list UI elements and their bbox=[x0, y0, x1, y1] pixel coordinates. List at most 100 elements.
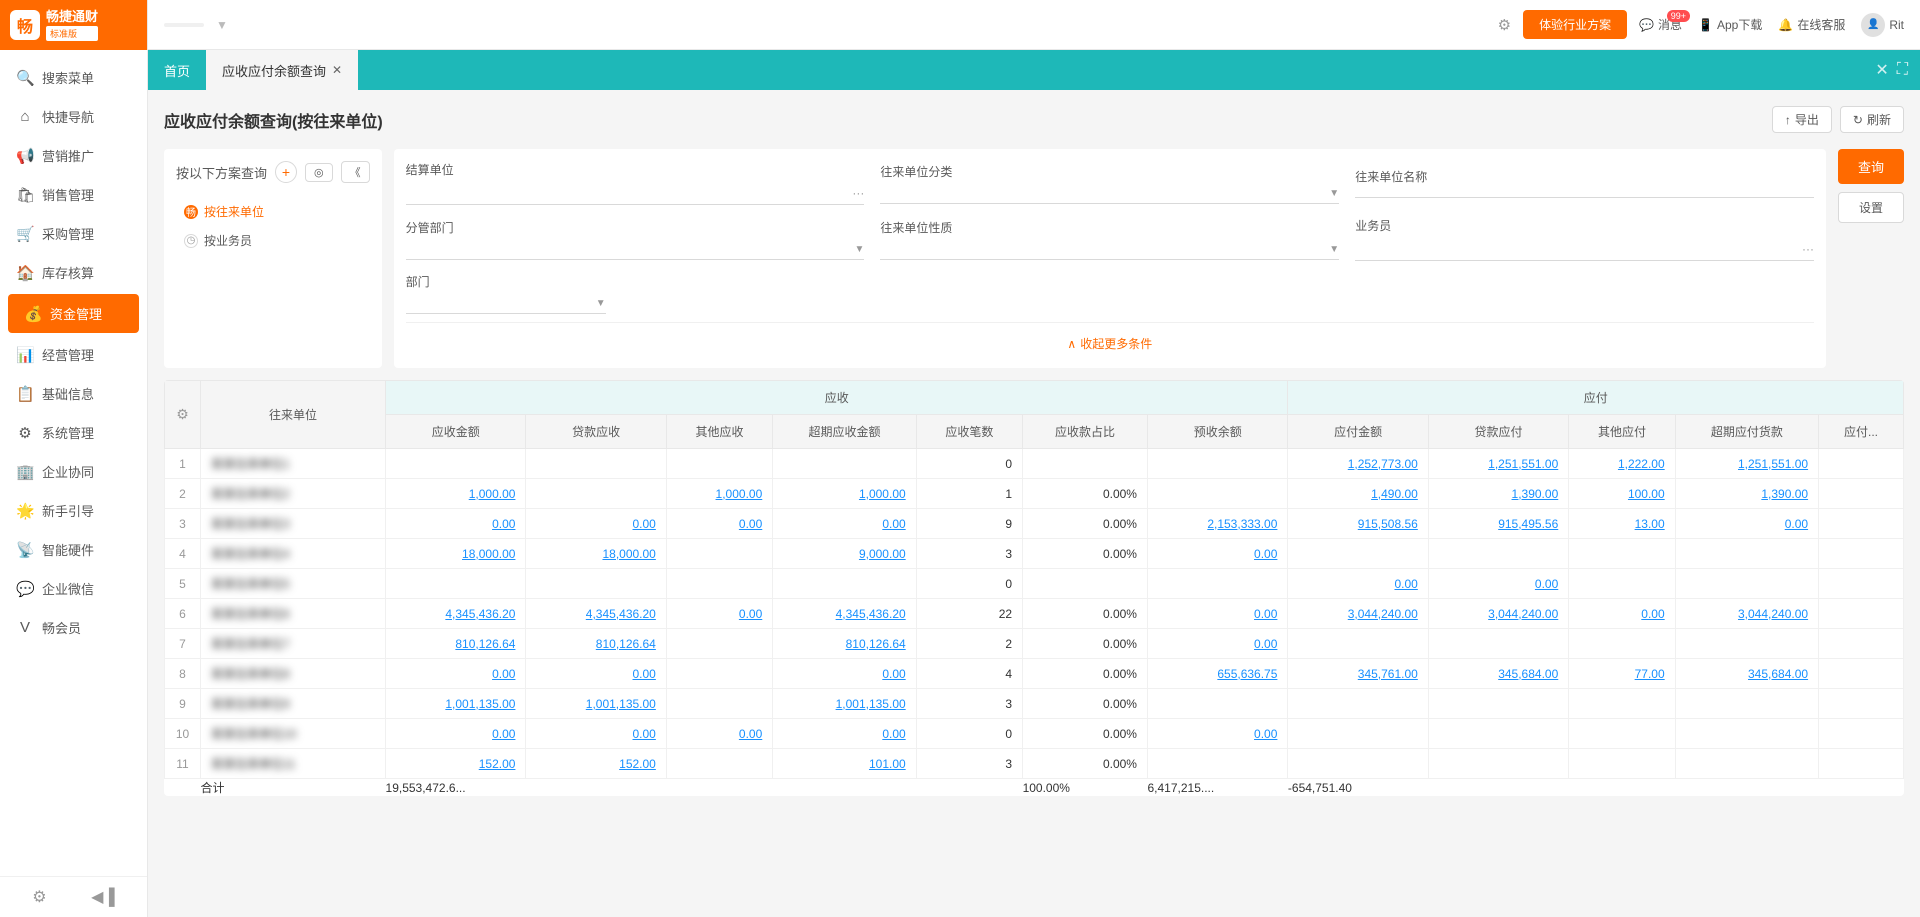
gear-icon[interactable]: ⚙ bbox=[1498, 16, 1511, 34]
sidebar-item-hardware[interactable]: 📡 智能硬件 bbox=[0, 530, 147, 569]
table-cell-link[interactable]: 77.00 bbox=[1635, 667, 1665, 681]
table-cell-link[interactable]: 1,390.00 bbox=[1512, 487, 1559, 501]
settlement-unit-input[interactable]: ··· bbox=[406, 182, 865, 205]
table-cell-link[interactable]: 655,636.75 bbox=[1217, 667, 1277, 681]
sidebar-item-marketing[interactable]: 📢 营销推广 bbox=[0, 136, 147, 175]
department-select[interactable]: ▼ bbox=[406, 294, 606, 314]
export-button[interactable]: ↑ 导出 bbox=[1772, 106, 1832, 133]
table-cell-link[interactable]: 3,044,240.00 bbox=[1488, 607, 1558, 621]
filter-collapse-btn[interactable]: 《 bbox=[341, 161, 370, 183]
sidebar-item-sales[interactable]: 🛍 销售管理 bbox=[0, 175, 147, 214]
table-cell-link[interactable]: 0.00 bbox=[882, 517, 905, 531]
table-cell-link[interactable]: 100.00 bbox=[1628, 487, 1665, 501]
table-settings-icon[interactable]: ⚙ bbox=[176, 406, 189, 422]
partner-category-select[interactable]: ▼ bbox=[880, 184, 1339, 204]
table-cell-link[interactable]: 345,684.00 bbox=[1748, 667, 1808, 681]
table-cell-link[interactable]: 1,252,773.00 bbox=[1348, 457, 1418, 471]
collapse-button[interactable]: ∧ 收起更多条件 bbox=[1063, 331, 1156, 356]
table-cell-link[interactable]: 0.00 bbox=[1254, 547, 1277, 561]
table-cell-link[interactable]: 1,001,135.00 bbox=[445, 697, 515, 711]
table-cell-link[interactable]: 152.00 bbox=[479, 757, 516, 771]
settlement-unit-ellipsis[interactable]: ··· bbox=[852, 186, 864, 200]
scheme-by-salesman[interactable]: ◷ 按业务员 bbox=[176, 228, 370, 253]
table-cell-link[interactable]: 810,126.64 bbox=[846, 637, 906, 651]
scheme-by-partner[interactable]: 畅 按往来单位 bbox=[176, 199, 370, 224]
table-cell-link[interactable]: 101.00 bbox=[869, 757, 906, 771]
sidebar-item-wechat[interactable]: 💬 企业微信 bbox=[0, 569, 147, 608]
salesman-input[interactable]: ··· bbox=[1355, 238, 1814, 261]
table-cell-link[interactable]: 2,153,333.00 bbox=[1207, 517, 1277, 531]
tab-close-icon[interactable]: ✕ bbox=[332, 63, 342, 77]
table-cell-link[interactable]: 0.00 bbox=[492, 727, 515, 741]
table-cell-link[interactable]: 0.00 bbox=[1254, 727, 1277, 741]
sidebar-item-vip[interactable]: V 畅会员 bbox=[0, 608, 147, 647]
tab-expand-btn[interactable]: ⛶ bbox=[1897, 61, 1908, 79]
table-cell-link[interactable]: 1,390.00 bbox=[1761, 487, 1808, 501]
filter-add-button[interactable]: + bbox=[275, 161, 297, 183]
app-download-btn[interactable]: 📱 App下载 bbox=[1698, 16, 1762, 33]
table-cell-link[interactable]: 0.00 bbox=[1254, 607, 1277, 621]
table-cell-link[interactable]: 1,000.00 bbox=[469, 487, 516, 501]
table-cell-link[interactable]: 1,001,135.00 bbox=[586, 697, 656, 711]
query-button[interactable]: 查询 bbox=[1838, 149, 1904, 184]
table-cell-link[interactable]: 1,222.00 bbox=[1618, 457, 1665, 471]
table-cell-link[interactable]: 1,490.00 bbox=[1371, 487, 1418, 501]
table-cell-link[interactable]: 1,001,135.00 bbox=[836, 697, 906, 711]
table-cell-link[interactable]: 4,345,436.20 bbox=[586, 607, 656, 621]
table-cell-link[interactable]: 0.00 bbox=[739, 517, 762, 531]
sidebar-item-search[interactable]: 🔍 搜索菜单 bbox=[0, 58, 147, 97]
sidebar-item-finance[interactable]: 💰 资金管理 bbox=[8, 294, 139, 333]
table-cell-link[interactable]: 18,000.00 bbox=[602, 547, 655, 561]
sidebar-settings-btn[interactable]: ⚙ bbox=[32, 887, 46, 907]
table-cell-link[interactable]: 18,000.00 bbox=[462, 547, 515, 561]
table-cell-link[interactable]: 4,345,436.20 bbox=[445, 607, 515, 621]
tab-close-btn[interactable]: ✕ bbox=[1875, 60, 1888, 80]
table-cell-link[interactable]: 0.00 bbox=[739, 727, 762, 741]
table-cell-link[interactable]: 9,000.00 bbox=[859, 547, 906, 561]
online-service-btn[interactable]: 🔔 在线客服 bbox=[1778, 16, 1845, 33]
table-cell-link[interactable]: 0.00 bbox=[633, 517, 656, 531]
table-cell-link[interactable]: 915,508.56 bbox=[1358, 517, 1418, 531]
table-cell-link[interactable]: 0.00 bbox=[492, 667, 515, 681]
table-cell-link[interactable]: 4,345,436.20 bbox=[836, 607, 906, 621]
table-cell-link[interactable]: 345,761.00 bbox=[1358, 667, 1418, 681]
sidebar-item-system[interactable]: ⚙ 系统管理 bbox=[0, 413, 147, 452]
promo-button[interactable]: 体验行业方案 bbox=[1523, 10, 1627, 39]
refresh-button[interactable]: ↻ 刷新 bbox=[1840, 106, 1904, 133]
sidebar-item-purchase[interactable]: 🛒 采购管理 bbox=[0, 214, 147, 253]
sidebar-item-basic-info[interactable]: 📋 基础信息 bbox=[0, 374, 147, 413]
table-cell-link[interactable]: 1,000.00 bbox=[859, 487, 906, 501]
table-cell-link[interactable]: 0.00 bbox=[1535, 577, 1558, 591]
sidebar-item-guide[interactable]: 🌟 新手引导 bbox=[0, 491, 147, 530]
table-cell-link[interactable]: 810,126.64 bbox=[596, 637, 656, 651]
table-cell-link[interactable]: 3,044,240.00 bbox=[1348, 607, 1418, 621]
settings-button[interactable]: 设置 bbox=[1838, 192, 1904, 223]
user-info[interactable]: 👤 Rit bbox=[1861, 13, 1904, 37]
table-cell-link[interactable]: 3,044,240.00 bbox=[1738, 607, 1808, 621]
tab-ar-ap[interactable]: 应收应付余额查询 ✕ bbox=[206, 50, 358, 90]
sidebar-item-quick-nav[interactable]: ⌂ 快捷导航 bbox=[0, 97, 147, 136]
table-cell-link[interactable]: 345,684.00 bbox=[1498, 667, 1558, 681]
filter-config-btn[interactable]: ◎ bbox=[305, 163, 333, 182]
table-cell-link[interactable]: 810,126.64 bbox=[455, 637, 515, 651]
table-cell-link[interactable]: 0.00 bbox=[882, 727, 905, 741]
sidebar-item-inventory[interactable]: 🏠 库存核算 bbox=[0, 253, 147, 292]
table-cell-link[interactable]: 152.00 bbox=[619, 757, 656, 771]
table-cell-link[interactable]: 915,495.56 bbox=[1498, 517, 1558, 531]
sidebar-collapse-btn[interactable]: ◀▐ bbox=[91, 887, 115, 907]
message-btn[interactable]: 💬 消息 99+ bbox=[1639, 16, 1682, 33]
table-cell-link[interactable]: 0.00 bbox=[633, 667, 656, 681]
table-cell-link[interactable]: 0.00 bbox=[1394, 577, 1417, 591]
table-cell-link[interactable]: 0.00 bbox=[633, 727, 656, 741]
dept-manager-select[interactable]: ▼ bbox=[406, 240, 865, 260]
table-cell-link[interactable]: 1,251,551.00 bbox=[1738, 457, 1808, 471]
table-cell-link[interactable]: 0.00 bbox=[1641, 607, 1664, 621]
table-cell-link[interactable]: 1,251,551.00 bbox=[1488, 457, 1558, 471]
table-cell-link[interactable]: 0.00 bbox=[1254, 637, 1277, 651]
partner-name-input[interactable] bbox=[1355, 189, 1814, 198]
table-cell-link[interactable]: 1,000.00 bbox=[716, 487, 763, 501]
partner-nature-select[interactable]: ▼ bbox=[880, 240, 1339, 260]
table-cell-link[interactable]: 0.00 bbox=[492, 517, 515, 531]
sidebar-item-enterprise[interactable]: 🏢 企业协同 bbox=[0, 452, 147, 491]
table-cell-link[interactable]: 13.00 bbox=[1635, 517, 1665, 531]
